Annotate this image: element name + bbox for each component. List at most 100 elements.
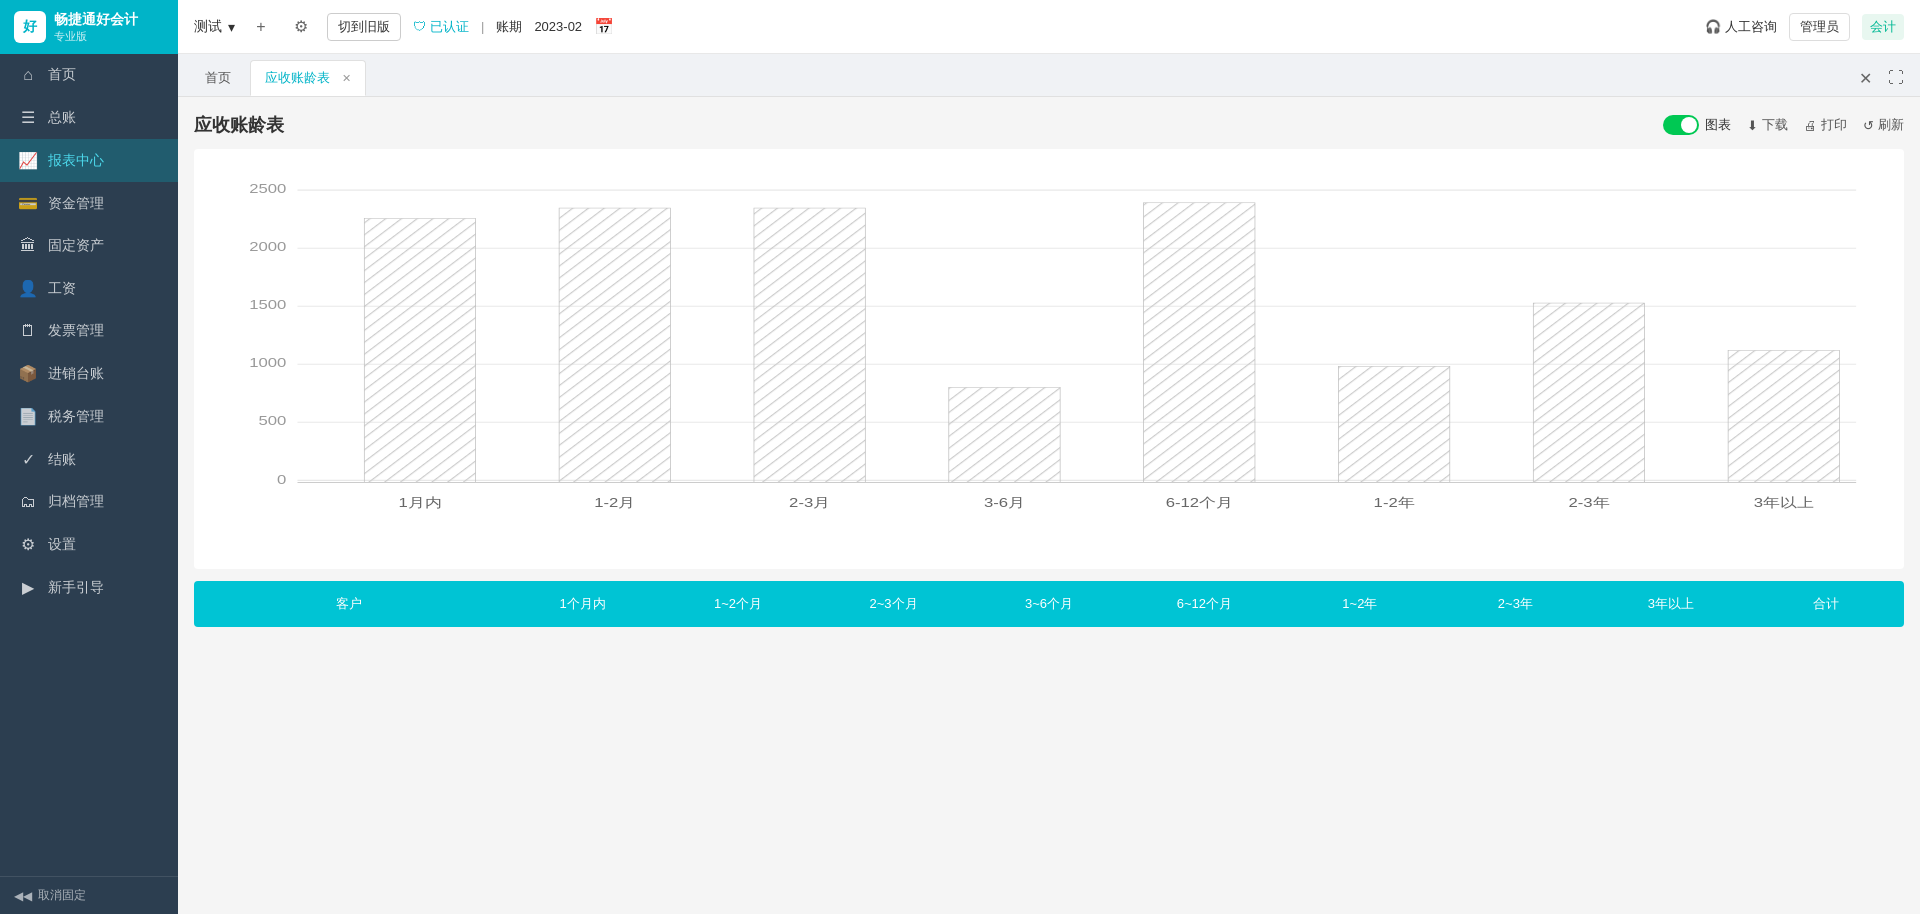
app-name: 畅捷通好会计: [54, 10, 138, 28]
toggle-label: 图表: [1705, 116, 1731, 134]
sidebar-item-home[interactable]: ⌂ 首页: [0, 54, 178, 96]
calendar-icon[interactable]: 📅: [594, 17, 614, 36]
shield-icon: 🛡: [413, 19, 426, 34]
refresh-icon: ↺: [1863, 118, 1874, 133]
chart-container: 0 500 1000 1500 2000 2500: [194, 149, 1904, 569]
sidebar-label-settle: 结账: [48, 451, 76, 469]
topbar-sep1: |: [481, 19, 484, 34]
logo-icon: 好: [14, 11, 46, 43]
bar-7: [1533, 303, 1644, 482]
download-button[interactable]: ⬇ 下载: [1747, 116, 1788, 134]
tab-aging-close[interactable]: ✕: [342, 72, 351, 84]
sidebar-label-report: 报表中心: [48, 152, 104, 170]
manager-button[interactable]: 管理员: [1789, 13, 1850, 41]
svg-text:2-3月: 2-3月: [789, 496, 830, 510]
app-edition: 专业版: [54, 29, 138, 44]
bar-4: [949, 388, 1060, 483]
chart-area: 0 500 1000 1500 2000 2500: [214, 169, 1884, 549]
table-container: 客户 1个月内 1~2个月 2~3个月 3~6个月 6~12个月 1~2年 2~…: [194, 581, 1904, 627]
add-icon: +: [256, 18, 265, 36]
th-total: 合计: [1749, 581, 1904, 627]
project-selector[interactable]: 测试 ▾: [194, 18, 235, 36]
topbar-settings-icon: ⚙: [294, 17, 308, 36]
expand-button[interactable]: ⛶: [1884, 65, 1908, 91]
chart-toggle[interactable]: [1663, 115, 1699, 135]
consult-button[interactable]: 🎧 人工咨询: [1705, 18, 1777, 36]
sidebar-item-guide[interactable]: ▶ 新手引导: [0, 566, 178, 609]
invoice-icon: 🗒: [18, 322, 38, 340]
home-icon: ⌂: [18, 66, 38, 84]
topbar-settings-button[interactable]: ⚙: [287, 13, 315, 41]
sidebar-label-fund: 资金管理: [48, 195, 104, 213]
guide-icon: ▶: [18, 578, 38, 597]
svg-text:1-2月: 1-2月: [594, 496, 635, 510]
tab-home-label: 首页: [205, 70, 231, 85]
fund-icon: 💳: [18, 194, 38, 213]
page-header: 应收账龄表 图表 ⬇ 下载 🖨 打印: [194, 113, 1904, 137]
page-title: 应收账龄表: [194, 113, 284, 137]
svg-text:3-6月: 3-6月: [984, 496, 1025, 510]
tab-aging[interactable]: 应收账龄表 ✕: [250, 60, 366, 96]
bar-5: [1144, 203, 1255, 483]
content-area: 首页 应收账龄表 ✕ ✕ ⛶ 应收账龄表 图表: [178, 54, 1920, 914]
sidebar-item-asset[interactable]: 🏛 固定资产: [0, 225, 178, 267]
project-chevron: ▾: [228, 19, 235, 35]
wage-icon: 👤: [18, 279, 38, 298]
consult-label: 人工咨询: [1725, 18, 1777, 36]
print-button[interactable]: 🖨 打印: [1804, 116, 1847, 134]
toggle-dot: [1681, 117, 1697, 133]
th-6-12month: 6~12个月: [1127, 581, 1282, 627]
sidebar-item-report[interactable]: 📈 报表中心: [0, 139, 178, 182]
ledger-icon: ☰: [18, 108, 38, 127]
tab-home[interactable]: 首页: [190, 60, 246, 96]
page-content: 应收账龄表 图表 ⬇ 下载 🖨 打印: [178, 97, 1920, 914]
th-1-2month: 1~2个月: [660, 581, 815, 627]
sidebar-label-settings: 设置: [48, 536, 76, 554]
svg-text:500: 500: [259, 414, 287, 428]
svg-text:6-12个月: 6-12个月: [1166, 496, 1233, 510]
svg-text:3年以上: 3年以上: [1754, 496, 1814, 510]
svg-text:1月内: 1月内: [398, 496, 441, 510]
sidebar-item-settle[interactable]: ✓ 结账: [0, 438, 178, 481]
svg-text:2-3年: 2-3年: [1568, 496, 1609, 510]
print-icon: 🖨: [1804, 118, 1817, 133]
svg-text:0: 0: [277, 472, 286, 486]
sidebar-item-settings[interactable]: ⚙ 设置: [0, 523, 178, 566]
switch-version-button[interactable]: 切到旧版: [327, 13, 401, 41]
asset-icon: 🏛: [18, 237, 38, 255]
bar-8: [1728, 351, 1839, 483]
sidebar-item-invoice[interactable]: 🗒 发票管理: [0, 310, 178, 352]
add-button[interactable]: +: [247, 13, 275, 41]
refresh-button[interactable]: ↺ 刷新: [1863, 116, 1904, 134]
topbar-right: 🎧 人工咨询 管理员 会计: [1705, 13, 1904, 41]
svg-text:2000: 2000: [249, 240, 286, 254]
headset-icon: 🎧: [1705, 19, 1721, 34]
tax-icon: 📄: [18, 407, 38, 426]
svg-text:1000: 1000: [249, 356, 286, 370]
sidebar-label-tax: 税务管理: [48, 408, 104, 426]
sidebar-label-asset: 固定资产: [48, 237, 104, 255]
th-1-2year: 1~2年: [1282, 581, 1437, 627]
tab-actions: ✕ ⛶: [1855, 65, 1908, 92]
settings-icon: ⚙: [18, 535, 38, 554]
close-button[interactable]: ✕: [1855, 65, 1876, 92]
settle-icon: ✓: [18, 450, 38, 469]
table-header: 客户 1个月内 1~2个月 2~3个月 3~6个月 6~12个月 1~2年 2~…: [194, 581, 1904, 627]
archive-icon: 🗂: [18, 493, 38, 511]
th-2-3month: 2~3个月: [816, 581, 971, 627]
sidebar-item-trade[interactable]: 📦 进销台账: [0, 352, 178, 395]
sidebar-item-archive[interactable]: 🗂 归档管理: [0, 481, 178, 523]
topbar: 测试 ▾ + ⚙ 切到旧版 🛡 已认证 | 账期 2023-02 📅 🎧 人工咨…: [178, 0, 1920, 54]
sidebar-logo: 好 畅捷通好会计 专业版: [0, 0, 178, 54]
certified-label: 已认证: [430, 18, 469, 36]
sidebar-item-wage[interactable]: 👤 工资: [0, 267, 178, 310]
download-label: 下载: [1762, 116, 1788, 134]
sidebar-item-tax[interactable]: 📄 税务管理: [0, 395, 178, 438]
sidebar-item-ledger[interactable]: ☰ 总账: [0, 96, 178, 139]
th-2-3year: 2~3年: [1438, 581, 1593, 627]
sidebar-item-fund[interactable]: 💳 资金管理: [0, 182, 178, 225]
page-actions: 图表 ⬇ 下载 🖨 打印 ↺ 刷新: [1663, 115, 1904, 135]
sidebar-footer[interactable]: ◀◀ 取消固定: [0, 876, 178, 914]
svg-text:1-2年: 1-2年: [1374, 496, 1415, 510]
report-icon: 📈: [18, 151, 38, 170]
